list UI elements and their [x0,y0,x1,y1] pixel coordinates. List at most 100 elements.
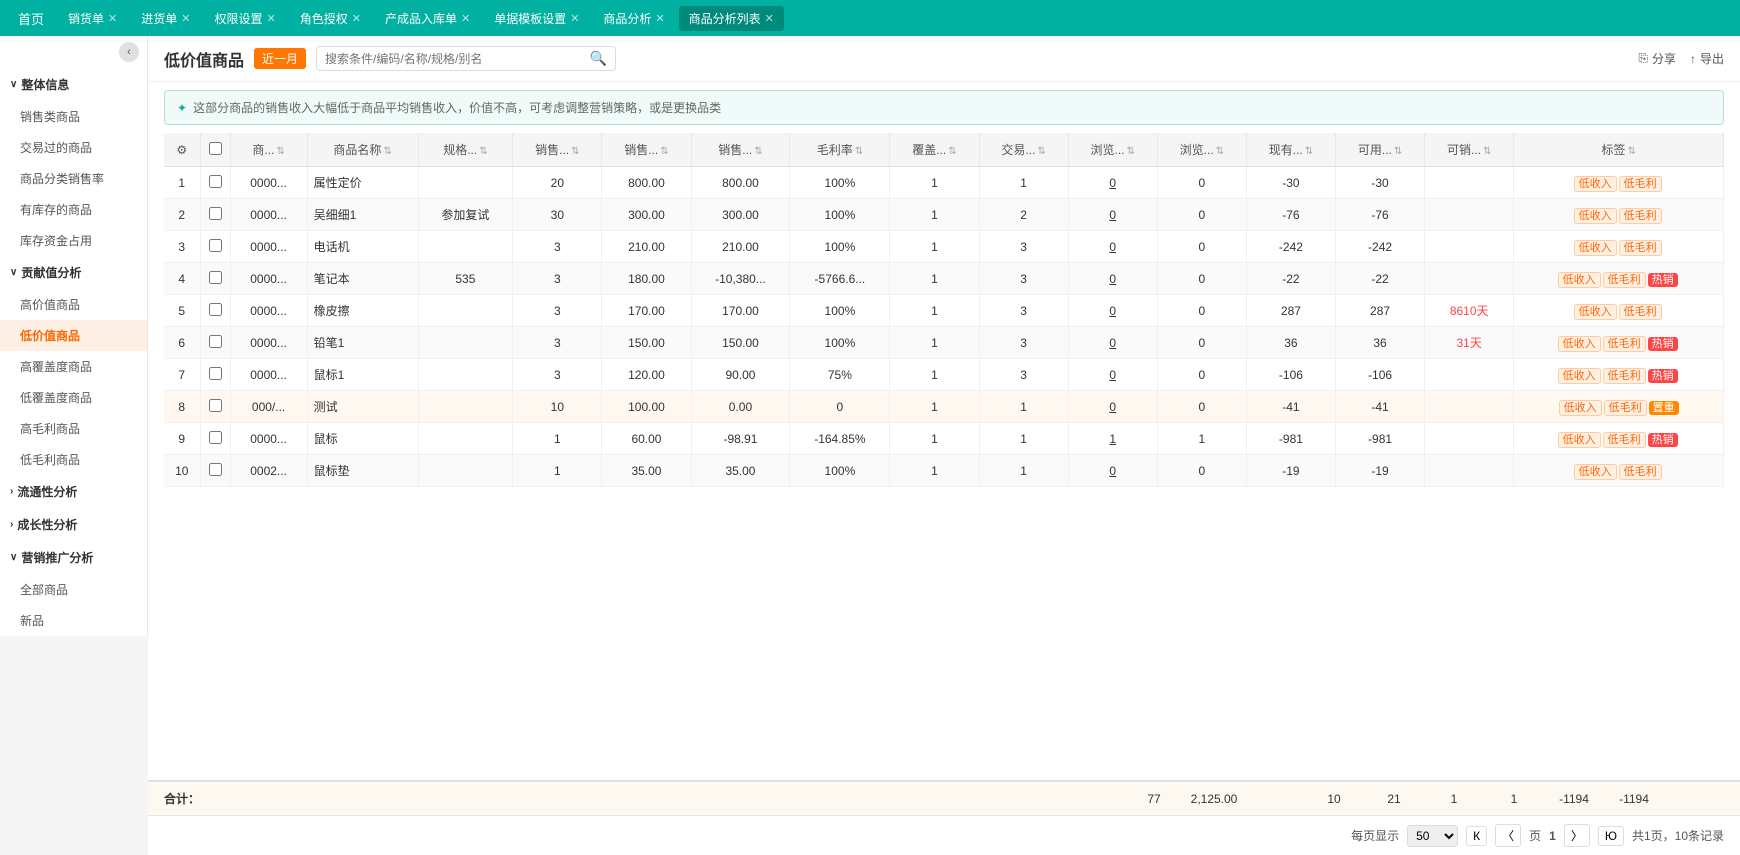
sidebar-item-category-sales-rate[interactable]: 商品分类销售率 [0,163,147,194]
row-checkbox[interactable] [209,239,222,252]
nav-purchase-order[interactable]: 进货单 ✕ [131,6,200,31]
sidebar-collapse-btn[interactable]: ‹ [119,42,139,62]
row-browse1[interactable]: 0 [1068,295,1157,327]
row-checkbox[interactable] [209,431,222,444]
last-page-button[interactable]: Ю [1598,826,1624,846]
browse1-value[interactable]: 0 [1109,208,1116,222]
close-icon[interactable]: ✕ [267,12,276,25]
close-icon[interactable]: ✕ [765,12,774,25]
nav-product-analysis[interactable]: 商品分析 ✕ [593,6,674,31]
row-checkbox-cell[interactable] [200,423,230,455]
sidebar-item-traded-products[interactable]: 交易过的商品 [0,132,147,163]
close-icon[interactable]: ✕ [461,12,470,25]
row-checkbox[interactable] [209,175,222,188]
sidebar-item-low-margin[interactable]: 低毛利商品 [0,444,147,475]
row-browse1[interactable]: 0 [1068,391,1157,423]
nav-home[interactable]: 首页 [8,5,54,32]
row-checkbox[interactable] [209,271,222,284]
sidebar-section-contribution[interactable]: ∨ 贡献值分析 [0,256,147,289]
period-tag-button[interactable]: 近一月 [254,48,306,69]
sidebar-item-high-value[interactable]: 高价值商品 [0,289,147,320]
close-icon[interactable]: ✕ [181,12,190,25]
gear-column-header[interactable]: ⚙ [164,133,200,167]
sidebar-item-high-coverage[interactable]: 高覆盖度商品 [0,351,147,382]
browse1-value[interactable]: 0 [1109,176,1116,190]
row-browse1[interactable]: 0 [1068,359,1157,391]
nav-product-analysis-list[interactable]: 商品分析列表 ✕ [679,6,784,31]
nav-stock-in[interactable]: 产成品入库单 ✕ [375,6,480,31]
sidebar-item-new-products[interactable]: 新品 [0,605,147,636]
browse1-value[interactable]: 1 [1109,432,1116,446]
first-page-button[interactable]: К [1466,826,1487,846]
available-column-header[interactable]: 可用...⇅ [1336,133,1425,167]
row-checkbox[interactable] [209,367,222,380]
sidebar-section-overall[interactable]: ∨ 整体信息 [0,68,147,101]
row-checkbox-cell[interactable] [200,391,230,423]
sidebar-item-stocked-products[interactable]: 有库存的商品 [0,194,147,225]
row-checkbox-cell[interactable] [200,263,230,295]
row-browse1[interactable]: 1 [1068,423,1157,455]
sidebar-item-all-products[interactable]: 全部商品 [0,574,147,605]
sale-amount-column-header[interactable]: 销售...⇅ [691,133,790,167]
row-checkbox-cell[interactable] [200,295,230,327]
sidebar-section-circulation[interactable]: › 流通性分析 [0,475,147,508]
row-browse1[interactable]: 0 [1068,455,1157,487]
row-browse1[interactable]: 0 [1068,231,1157,263]
nav-role-auth[interactable]: 角色授权 ✕ [290,6,371,31]
margin-column-header[interactable]: 毛利率⇅ [790,133,890,167]
name-column-header[interactable]: 商品名称⇅ [307,133,418,167]
export-button[interactable]: ↑ 导出 [1690,50,1724,67]
close-icon[interactable]: ✕ [108,12,117,25]
browse1-value[interactable]: 0 [1109,272,1116,286]
next-page-button[interactable]: 〉 [1564,824,1590,847]
search-icon[interactable]: 🔍 [590,50,607,67]
browse1-value[interactable]: 0 [1109,464,1116,478]
sidebar-item-low-coverage[interactable]: 低覆盖度商品 [0,382,147,413]
browse1-value[interactable]: 0 [1109,336,1116,350]
row-browse1[interactable]: 0 [1068,199,1157,231]
row-checkbox[interactable] [209,463,222,476]
code-column-header[interactable]: 商...⇅ [230,133,307,167]
row-browse1[interactable]: 0 [1068,167,1157,199]
sidebar-item-sales-products[interactable]: 销售类商品 [0,101,147,132]
spec-column-header[interactable]: 规格...⇅ [418,133,513,167]
row-checkbox-cell[interactable] [200,327,230,359]
nav-sales-order[interactable]: 销货单 ✕ [58,6,127,31]
row-checkbox-cell[interactable] [200,455,230,487]
browse1-value[interactable]: 0 [1109,368,1116,382]
browse1-value[interactable]: 0 [1109,400,1116,414]
checkbox-column-header[interactable] [200,133,230,167]
sidebar-item-high-margin[interactable]: 高毛利商品 [0,413,147,444]
per-page-select[interactable]: 50 100 200 [1407,825,1458,847]
row-checkbox[interactable] [209,207,222,220]
row-checkbox[interactable] [209,303,222,316]
nav-permission-settings[interactable]: 权限设置 ✕ [204,6,285,31]
share-button[interactable]: ⎘ 分享 [1638,50,1676,67]
close-icon[interactable]: ✕ [352,12,361,25]
select-all-checkbox[interactable] [209,142,222,155]
close-icon[interactable]: ✕ [570,12,579,25]
row-checkbox[interactable] [209,335,222,348]
tags-column-header[interactable]: 标签⇅ [1514,133,1724,167]
prev-page-button[interactable]: 〈 [1495,824,1521,847]
row-checkbox-cell[interactable] [200,231,230,263]
row-checkbox-cell[interactable] [200,167,230,199]
current-stock-column-header[interactable]: 现有...⇅ [1246,133,1335,167]
row-checkbox-cell[interactable] [200,199,230,231]
search-input[interactable] [325,52,584,66]
sale-price-column-header[interactable]: 销售...⇅ [602,133,691,167]
row-checkbox-cell[interactable] [200,359,230,391]
close-icon[interactable]: ✕ [655,12,664,25]
browse1-column-header[interactable]: 浏览...⇅ [1068,133,1157,167]
row-browse1[interactable]: 0 [1068,263,1157,295]
sidebar-item-low-value[interactable]: 低价值商品 [0,320,147,351]
salable-column-header[interactable]: 可销...⇅ [1425,133,1514,167]
sidebar-section-marketing[interactable]: ∨ 营销推广分析 [0,541,147,574]
sidebar-section-growth[interactable]: › 成长性分析 [0,508,147,541]
browse1-value[interactable]: 0 [1109,304,1116,318]
sale-qty-column-header[interactable]: 销售...⇅ [513,133,602,167]
coverage-column-header[interactable]: 覆盖...⇅ [890,133,979,167]
row-browse1[interactable]: 0 [1068,327,1157,359]
browse2-column-header[interactable]: 浏览...⇅ [1157,133,1246,167]
nav-template-settings[interactable]: 单据模板设置 ✕ [484,6,589,31]
